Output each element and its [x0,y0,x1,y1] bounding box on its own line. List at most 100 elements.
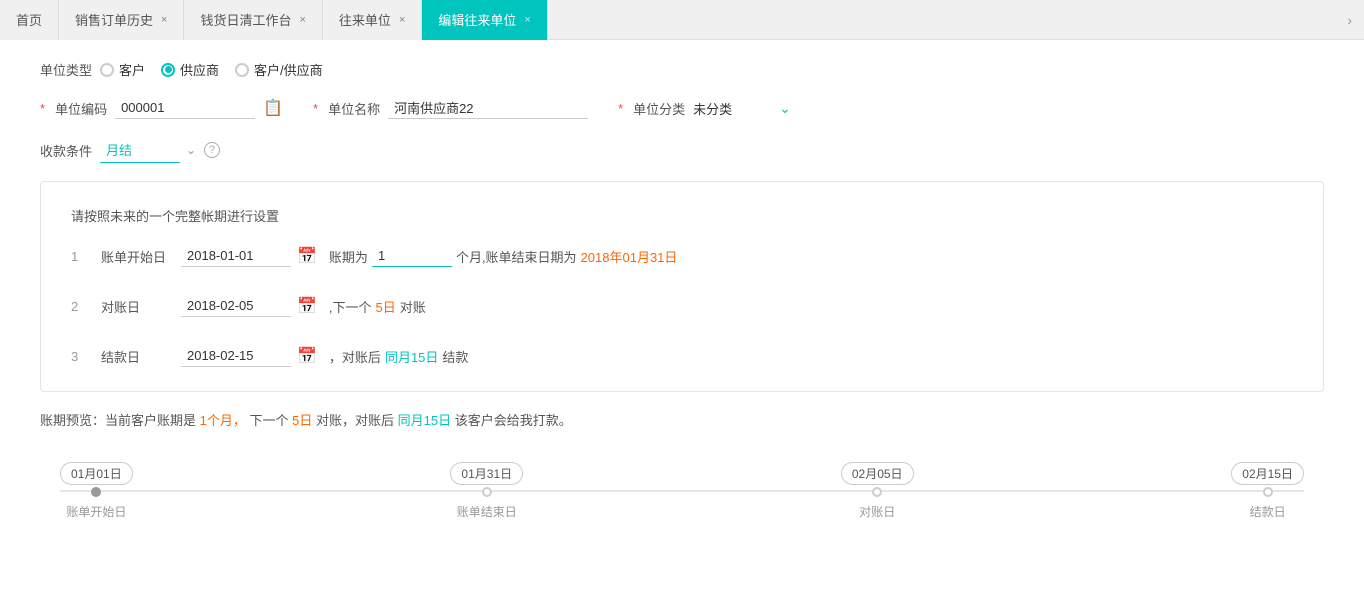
radio-supplier[interactable]: 供应商 [161,60,219,79]
timeline-dot-2 [482,487,492,497]
period-desc-2: ,下一个 5日 对账 [329,297,426,316]
payment-terms-label: 收款条件 [40,141,92,160]
radio-both-circle [235,63,249,77]
timeline-dot-3 [872,487,882,497]
tabs-scroll-right-icon[interactable]: › [1335,12,1364,28]
unit-type-radio-group: 客户 供应商 客户/供应商 [100,60,323,79]
tab-partner[interactable]: 往来单位 × [323,0,422,40]
period-date-input-1[interactable] [181,245,291,267]
close-partner-icon[interactable]: × [399,14,405,26]
tab-cash-work[interactable]: 钱货日清工作台 × [184,0,322,40]
radio-supplier-circle [161,63,175,77]
unit-name-required: * [313,101,318,116]
unit-info-row: * 单位编码 📋 * 单位名称 * 单位分类 未分类 ⌄ [40,97,1324,119]
period-num-1: 1 [71,249,101,264]
period-desc-prefix-3: ，对账后 [329,347,381,366]
unit-category-required: * [618,101,623,116]
radio-customer[interactable]: 客户 [100,60,145,79]
unit-category-value: 未分类 [693,99,773,118]
unit-name-label: 单位名称 [328,99,380,118]
period-calendar-icon-1[interactable]: 📅 [297,246,317,266]
unit-type-label: 单位类型 [40,60,92,79]
payment-terms-chevron-icon[interactable]: ⌄ [186,143,196,157]
period-label-1: 账单开始日 [101,247,181,266]
timeline-badge-2: 01月31日 [450,462,523,485]
unit-name-field: * 单位名称 [313,97,588,119]
preview-highlight-3: 同月15日 [398,413,451,428]
unit-code-label: 单位编码 [55,99,107,118]
period-calendar-icon-2[interactable]: 📅 [297,296,317,316]
unit-type-field: 单位类型 客户 供应商 客户/供应商 [40,60,323,79]
preview-highlight-2: 5日 [292,413,312,428]
close-edit-partner-icon[interactable]: × [524,14,530,26]
period-box: 请按照未来的一个完整帐期进行设置 1 账单开始日 📅 账期为 个月,账单结束日期… [40,181,1324,392]
tabs-bar: 首页 销售订单历史 × 钱货日清工作台 × 往来单位 × 编辑往来单位 × › [0,0,1364,40]
period-desc-middle-1: 个月,账单结束日期为 [456,247,577,266]
period-months-input[interactable] [372,245,452,267]
period-reconcile-day-highlight: 5日 [376,297,396,316]
period-num-2: 2 [71,299,101,314]
timeline-dot-4 [1263,487,1273,497]
radio-customer-circle [100,63,114,77]
period-row-3: 3 结款日 📅 ，对账后 同月15日 结款 [71,345,1293,367]
timeline-sub-2: 账单结束日 [457,503,517,520]
close-cash-work-icon[interactable]: × [299,14,305,26]
timeline-points: 01月01日 账单开始日 01月31日 账单结束日 02月05日 对账日 [60,462,1304,520]
payment-terms-value: 月结 [100,137,180,163]
radio-both-label: 客户/供应商 [254,60,323,79]
timeline-badge-3: 02月05日 [841,462,914,485]
period-payment-day-highlight: 同月15日 [385,347,438,366]
unit-category-select[interactable]: 未分类 ⌄ [693,99,791,118]
unit-code-copy-icon[interactable]: 📋 [263,98,283,118]
timeline-point-1: 01月01日 账单开始日 [60,462,133,520]
period-desc-prefix-1: 账期为 [329,247,368,266]
period-desc-1: 账期为 个月,账单结束日期为 2018年01月31日 [329,245,677,267]
period-calendar-icon-3[interactable]: 📅 [297,346,317,366]
period-date-input-2[interactable] [181,295,291,317]
timeline-sub-1: 账单开始日 [66,503,126,520]
preview-after-2: 该客户会给我打款。 [455,413,572,428]
preview-middle: 下一个 [250,413,289,428]
payment-terms-select[interactable]: 月结 ⌄ [100,137,196,163]
period-desc-suffix-2: 对账 [400,297,426,316]
payment-terms-row: 收款条件 月结 ⌄ ? [40,137,1324,163]
tab-sales-history[interactable]: 销售订单历史 × [59,0,184,40]
period-label-3: 结款日 [101,347,181,366]
timeline-badge-1: 01月01日 [60,462,133,485]
unit-type-row: 单位类型 客户 供应商 客户/供应商 [40,60,1324,79]
radio-customer-label: 客户 [119,60,145,79]
unit-code-required: * [40,101,45,116]
period-title: 请按照未来的一个完整帐期进行设置 [71,206,1293,225]
payment-terms-field: 收款条件 月结 ⌄ ? [40,137,220,163]
category-chevron-icon[interactable]: ⌄ [779,100,791,117]
period-label-2: 对账日 [101,297,181,316]
period-date-input-3[interactable] [181,345,291,367]
timeline-badge-4: 02月15日 [1231,462,1304,485]
tab-edit-partner[interactable]: 编辑往来单位 × [422,0,547,40]
unit-code-input[interactable] [115,97,255,119]
page-content: 单位类型 客户 供应商 客户/供应商 * 单位编码 [0,40,1364,608]
period-end-date-highlight: 2018年01月31日 [581,247,678,266]
timeline-sub-3: 对账日 [859,503,895,520]
unit-category-field: * 单位分类 未分类 ⌄ [618,99,791,118]
preview-text: 账期预览：当前客户账期是 1个月， 下一个 5日 对账，对账后 同月15日 该客… [40,410,1324,432]
timeline-point-4: 02月15日 结款日 [1231,462,1304,520]
timeline-sub-4: 结款日 [1250,503,1286,520]
timeline-point-2: 01月31日 账单结束日 [450,462,523,520]
timeline-container: 01月01日 账单开始日 01月31日 账单结束日 02月05日 对账日 [40,452,1324,530]
timeline-point-3: 02月05日 对账日 [841,462,914,520]
close-sales-history-icon[interactable]: × [161,14,167,26]
period-desc-prefix-2: ,下一个 [329,297,372,316]
preview-highlight-1: 1个月， [200,413,246,428]
period-num-3: 3 [71,349,101,364]
preview-prefix: 账期预览：当前客户账期是 [40,413,196,428]
timeline-dot-1 [91,487,101,497]
unit-category-label: 单位分类 [633,99,685,118]
unit-code-field: * 单位编码 📋 [40,97,283,119]
radio-both[interactable]: 客户/供应商 [235,60,323,79]
period-row-1: 1 账单开始日 📅 账期为 个月,账单结束日期为 2018年01月31日 [71,245,1293,267]
payment-terms-help-icon[interactable]: ? [204,142,220,158]
period-desc-3: ，对账后 同月15日 结款 [329,347,469,366]
tab-home[interactable]: 首页 [0,0,59,40]
unit-name-input[interactable] [388,97,588,119]
